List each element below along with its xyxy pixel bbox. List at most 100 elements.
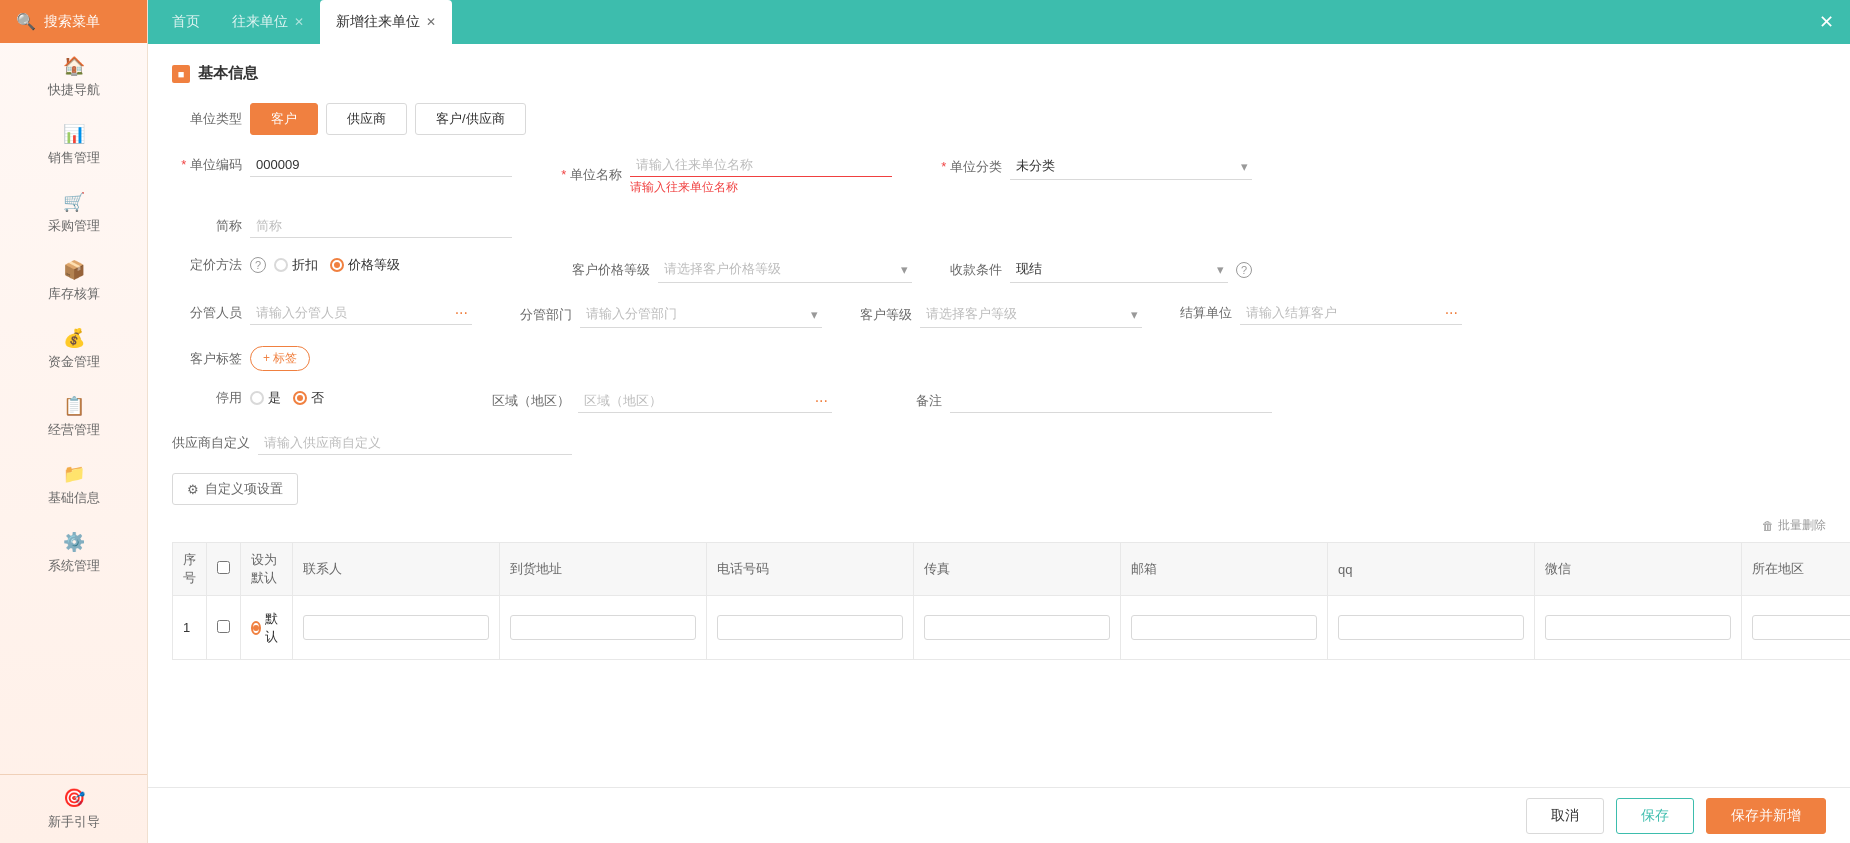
level-label: 价格等级 — [348, 256, 400, 274]
remark-input[interactable] — [950, 389, 1272, 413]
system-icon: ⚙️ — [63, 531, 85, 553]
region-input[interactable] — [578, 389, 811, 412]
batch-delete-label[interactable]: 批量删除 — [1778, 517, 1826, 534]
payment-terms-group: 收款条件 现结 ▾ ? — [932, 256, 1252, 283]
home-icon: 🏠 — [63, 55, 85, 77]
manager-row: 分管人员 ··· 分管部门 请输入分管部门 ▾ 客户等级 请选择客户等级 ▾ — [172, 301, 1826, 328]
cancel-button[interactable]: 取消 — [1526, 798, 1604, 834]
phone-input[interactable] — [717, 615, 903, 640]
tab-new-partner[interactable]: 新增往来单位 ✕ — [320, 0, 452, 44]
tab-bar-close[interactable]: ✕ — [1811, 11, 1842, 33]
tab-partner-close[interactable]: ✕ — [294, 15, 304, 29]
sidebar-item-inventory[interactable]: 📦 库存核算 — [0, 247, 147, 315]
sidebar-item-basic-info[interactable]: 📁 基础信息 — [0, 451, 147, 519]
row-qq — [1328, 596, 1535, 660]
manager-input[interactable] — [250, 301, 451, 324]
disable-no[interactable]: 否 — [293, 389, 324, 407]
sidebar-item-label: 快捷导航 — [48, 81, 100, 99]
row-checkbox[interactable] — [217, 620, 230, 633]
row-region-input[interactable] — [1752, 615, 1850, 640]
unit-type-group: 单位类型 客户 供应商 客户/供应商 — [172, 103, 1826, 135]
disable-yes[interactable]: 是 — [250, 389, 281, 407]
contact-table: 序号 设为默认 联系人 到货地址 电话号码 传真 邮箱 qq 微信 所在地区 操… — [172, 542, 1850, 660]
sidebar-search[interactable]: 🔍 搜索菜单 — [0, 0, 147, 43]
tab-new-partner-close[interactable]: ✕ — [426, 15, 436, 29]
save-button[interactable]: 保存 — [1616, 798, 1694, 834]
sidebar-item-purchase[interactable]: 🛒 采购管理 — [0, 179, 147, 247]
payment-terms-select[interactable]: 现结 ▾ — [1010, 256, 1228, 283]
payment-help-icon[interactable]: ? — [1236, 262, 1252, 278]
price-level-group: 客户价格等级 请选择客户价格等级 ▾ — [572, 256, 912, 283]
pricing-row: 定价方法 ? 折扣 价格等级 客户价格等级 请选择客户价格等级 — [172, 256, 1826, 283]
sidebar-item-operations[interactable]: 📋 经营管理 — [0, 383, 147, 451]
tab-bar: 首页 往来单位 ✕ 新增往来单位 ✕ ✕ — [148, 0, 1850, 44]
row-default-radio[interactable]: 默认 — [251, 610, 282, 646]
col-phone: 电话号码 — [707, 543, 914, 596]
sidebar-item-sales[interactable]: 📊 销售管理 — [0, 111, 147, 179]
department-select[interactable]: 请输入分管部门 ▾ — [580, 301, 822, 328]
col-address: 到货地址 — [500, 543, 707, 596]
unit-btn-both[interactable]: 客户/供应商 — [415, 103, 526, 135]
sidebar-item-quick-nav[interactable]: 🏠 快捷导航 — [0, 43, 147, 111]
payment-terms-label: 收款条件 — [932, 261, 1002, 279]
pricing-radio-discount[interactable]: 折扣 — [274, 256, 318, 274]
row-check — [207, 596, 241, 660]
address-input[interactable] — [510, 615, 696, 640]
col-seq: 序号 — [173, 543, 207, 596]
col-email: 邮箱 — [1121, 543, 1328, 596]
unit-type-label: 单位类型 — [172, 110, 242, 128]
department-label: 分管部门 — [502, 306, 572, 324]
basic-info-icon: 📁 — [63, 463, 85, 485]
settlement-more-btn[interactable]: ··· — [1441, 304, 1462, 322]
custom-settings-button[interactable]: ⚙ 自定义项设置 — [172, 473, 298, 505]
select-all-checkbox[interactable] — [217, 561, 230, 574]
purchase-icon: 🛒 — [63, 191, 85, 213]
content-area: ■ 基本信息 单位类型 客户 供应商 客户/供应商 单位编码 单位名称 — [148, 44, 1850, 787]
unit-code-group: 单位编码 — [172, 153, 512, 177]
row-email — [1121, 596, 1328, 660]
unit-btn-supplier[interactable]: 供应商 — [326, 103, 407, 135]
region-more-btn[interactable]: ··· — [811, 392, 832, 410]
fax-input[interactable] — [924, 615, 1110, 640]
manager-more-btn[interactable]: ··· — [451, 304, 472, 322]
save-new-button[interactable]: 保存并新增 — [1706, 798, 1826, 834]
unit-category-arrow: ▾ — [1237, 159, 1252, 174]
sidebar-item-new-guide[interactable]: 🎯 新手引导 — [0, 775, 147, 843]
unit-type-buttons: 客户 供应商 客户/供应商 — [250, 103, 526, 135]
col-contact: 联系人 — [293, 543, 500, 596]
wechat-input[interactable] — [1545, 615, 1731, 640]
sidebar-item-label: 基础信息 — [48, 489, 100, 507]
sidebar-item-finance[interactable]: 💰 资金管理 — [0, 315, 147, 383]
unit-btn-customer[interactable]: 客户 — [250, 103, 318, 135]
disable-group: 停用 是 否 — [172, 389, 452, 407]
sidebar-item-system[interactable]: ⚙️ 系统管理 — [0, 519, 147, 587]
sidebar-item-label: 资金管理 — [48, 353, 100, 371]
disable-no-radio — [293, 391, 307, 405]
price-level-label: 客户价格等级 — [572, 261, 650, 279]
tab-partner[interactable]: 往来单位 ✕ — [216, 0, 320, 44]
pricing-radio-level[interactable]: 价格等级 — [330, 256, 400, 274]
contact-input[interactable] — [303, 615, 489, 640]
short-name-input[interactable] — [250, 214, 512, 238]
unit-name-input[interactable] — [630, 153, 892, 177]
payment-terms-arrow: ▾ — [1213, 262, 1228, 277]
sidebar-item-label: 系统管理 — [48, 557, 100, 575]
search-icon: 🔍 — [16, 12, 36, 31]
table-header: 序号 设为默认 联系人 到货地址 电话号码 传真 邮箱 qq 微信 所在地区 操… — [173, 543, 1851, 596]
customer-level-select[interactable]: 请选择客户等级 ▾ — [920, 301, 1142, 328]
unit-category-select[interactable]: 未分类 ▾ — [1010, 153, 1252, 180]
unit-type-row: 单位类型 客户 供应商 客户/供应商 — [172, 103, 1826, 135]
short-name-label: 简称 — [172, 217, 242, 235]
settlement-group: 结算单位 ··· — [1162, 301, 1462, 325]
price-level-select[interactable]: 请选择客户价格等级 ▾ — [658, 256, 912, 283]
qq-input[interactable] — [1338, 615, 1524, 640]
add-tag-button[interactable]: + 标签 — [250, 346, 310, 371]
pricing-help-icon[interactable]: ? — [250, 257, 266, 273]
supplier-custom-input[interactable] — [258, 431, 572, 455]
row-region — [1742, 596, 1851, 660]
sidebar-search-label: 搜索菜单 — [44, 13, 100, 31]
tab-home[interactable]: 首页 — [156, 0, 216, 44]
settlement-input[interactable] — [1240, 301, 1441, 324]
email-input[interactable] — [1131, 615, 1317, 640]
unit-code-input[interactable] — [250, 153, 512, 177]
